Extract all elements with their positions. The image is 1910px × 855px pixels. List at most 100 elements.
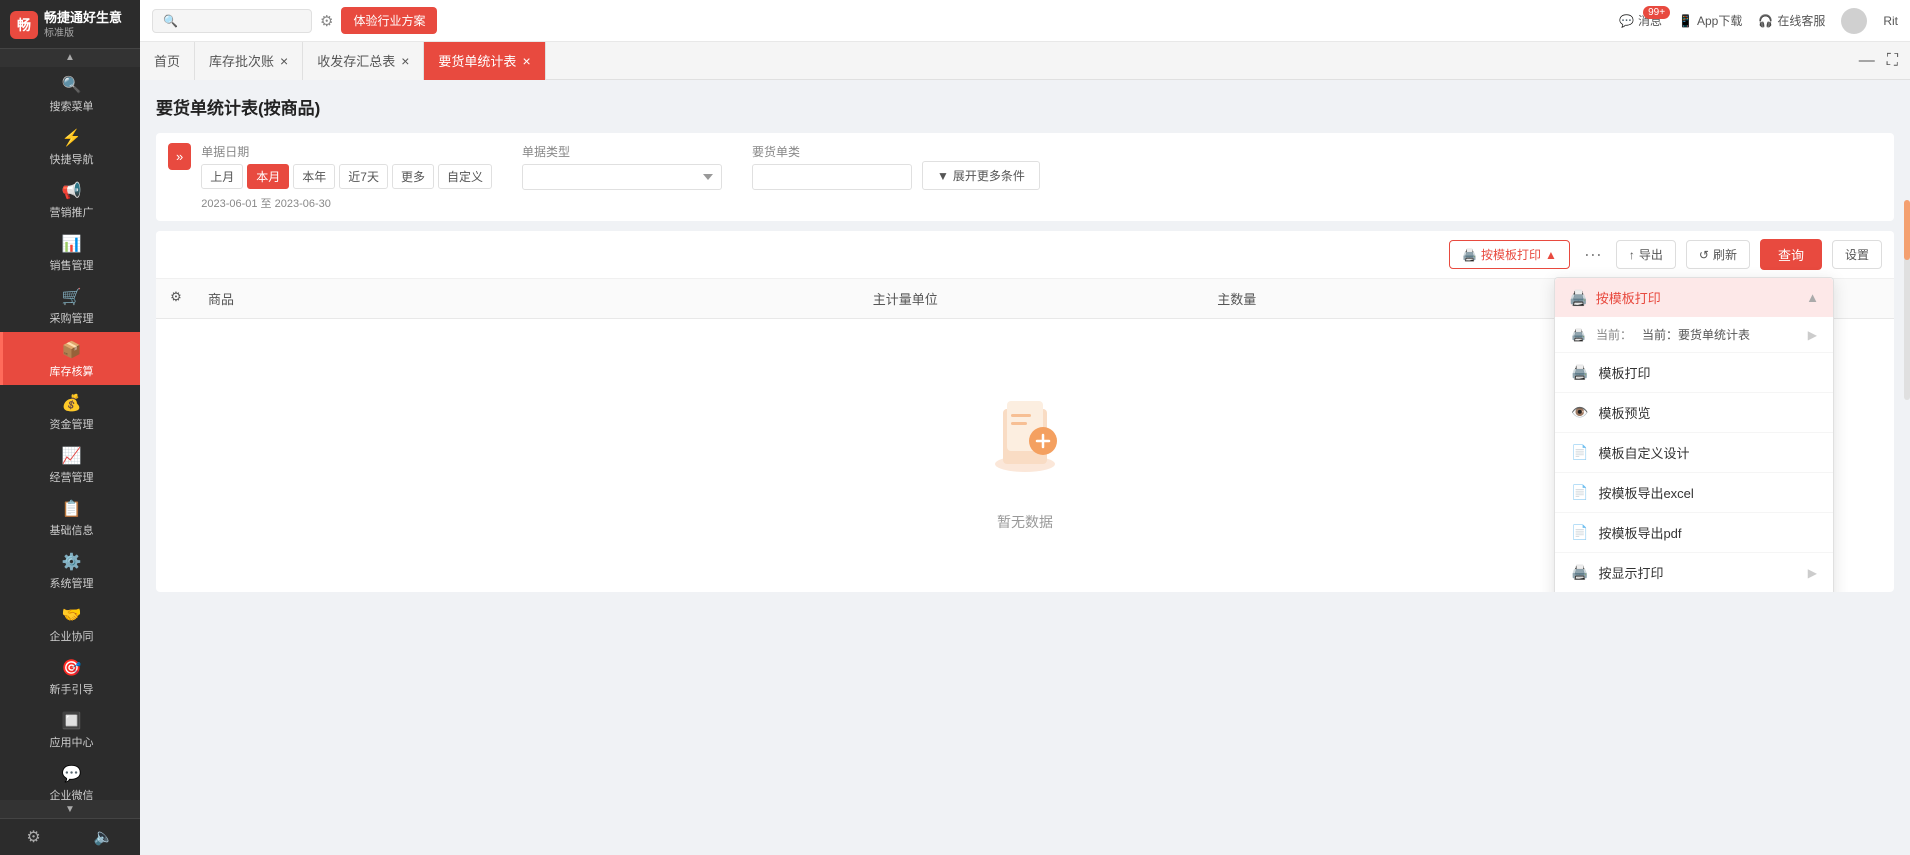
dropdown-item-export-excel[interactable]: 📄 按模板导出excel <box>1555 473 1833 513</box>
dropdown-title: 按模板打印 <box>1596 288 1661 307</box>
online-service-action[interactable]: 🎧 在线客服 <box>1758 12 1825 29</box>
empty-state-icon <box>975 379 1075 498</box>
page-content: 要货单统计表(按商品) » 单据日期 上月 本月 本年 近7天 更多 自定义 2… <box>140 80 1910 855</box>
topbar-search-icon: 🔍 <box>163 14 178 28</box>
wechat-icon: 💬 <box>62 764 82 784</box>
print-icon: 🖨️ <box>1462 248 1477 262</box>
tab-close-order-stats[interactable]: × <box>522 53 530 69</box>
system-icon: ⚙️ <box>62 552 82 572</box>
tab-batch-account[interactable]: 库存批次账 × <box>195 42 303 80</box>
dropdown-print-icon: 🖨️ <box>1569 289 1588 307</box>
filter-more-button[interactable]: ▼ 展开更多条件 <box>922 161 1040 190</box>
col-unit: 主计量单位 <box>861 279 1205 318</box>
date-btn-current-month[interactable]: 本月 <box>247 164 289 189</box>
print-arrow-icon: ▲ <box>1545 248 1557 262</box>
user-avatar[interactable] <box>1841 8 1867 34</box>
date-btn-7days[interactable]: 近7天 <box>339 164 388 189</box>
print-template-button[interactable]: 🖨️ 按模板打印 ▲ <box>1449 240 1570 269</box>
sidebar-bottom: ⚙ 🔈 <box>0 818 140 855</box>
sidebar-item-basic[interactable]: 📋 基础信息 <box>0 491 140 544</box>
quicknav-icon: ⚡ <box>62 128 82 148</box>
search-icon: 🔍 <box>62 75 82 95</box>
enterprise-icon: 🤝 <box>62 605 82 625</box>
date-btn-custom[interactable]: 自定义 <box>438 164 492 189</box>
export-pdf-icon: 📄 <box>1571 524 1588 541</box>
sidebar-scroll-up[interactable]: ▲ <box>0 49 140 67</box>
message-icon: 💬 <box>1619 14 1634 28</box>
template-custom-icon: 📄 <box>1571 444 1588 461</box>
topbar-gear-icon[interactable]: ⚙ <box>320 12 333 30</box>
tab-receipt-summary[interactable]: 收发存汇总表 × <box>303 42 424 80</box>
tab-close-batch-account[interactable]: × <box>280 53 288 69</box>
export-button[interactable]: ↑ 导出 <box>1616 240 1676 269</box>
sales-icon: 📊 <box>62 234 82 254</box>
sidebar: 畅 畅捷通好生意 标准版 ▲ 🔍 搜索菜单 ⚡ 快捷导航 📢 营销推广 📊 销售… <box>0 0 140 855</box>
tab-close-receipt-summary[interactable]: × <box>401 53 409 69</box>
export-icon: ↑ <box>1629 248 1635 262</box>
sidebar-scroll-down[interactable]: ▼ <box>0 800 140 818</box>
tab-order-stats[interactable]: 要货单统计表 × <box>424 42 545 80</box>
tab-minimize-button[interactable]: — <box>1855 48 1879 74</box>
dropdown-header: 🖨️ 按模板打印 ▲ <box>1555 278 1833 317</box>
dropdown-current-item[interactable]: 🖨️ 当前： 当前：要货单统计表 ▶ <box>1555 317 1833 353</box>
sidebar-item-enterprise[interactable]: 🤝 企业协同 <box>0 597 140 650</box>
purchase-icon: 🛒 <box>62 287 82 307</box>
online-service-icon: 🎧 <box>1758 14 1773 28</box>
sidebar-item-quicknav[interactable]: ⚡ 快捷导航 <box>0 120 140 173</box>
date-btn-current-year[interactable]: 本年 <box>293 164 335 189</box>
volume-icon[interactable]: 🔈 <box>94 827 114 847</box>
right-scrollbar[interactable] <box>1904 200 1910 400</box>
dropdown-item-display-print[interactable]: 🖨️ 按显示打印 ▶ <box>1555 553 1833 592</box>
dropdown-item-template-preview[interactable]: 👁️ 模板预览 <box>1555 393 1833 433</box>
app-logo-icon: 畅 <box>10 11 38 39</box>
filter-date-group: 单据日期 上月 本月 本年 近7天 更多 自定义 2023-06-01 至 20… <box>201 143 492 211</box>
settings-button[interactable]: 设置 <box>1832 240 1882 269</box>
date-btn-last-month[interactable]: 上月 <box>201 164 243 189</box>
export-excel-icon: 📄 <box>1571 484 1588 501</box>
scrollbar-thumb[interactable] <box>1904 200 1910 260</box>
refresh-button[interactable]: ↺ 刷新 <box>1686 240 1750 269</box>
sidebar-item-sales[interactable]: 📊 销售管理 <box>0 226 140 279</box>
date-btn-more[interactable]: 更多 <box>392 164 434 189</box>
app-download-action[interactable]: 📱 App下载 <box>1678 12 1742 29</box>
settings-bottom-icon[interactable]: ⚙ <box>26 827 40 847</box>
tabs-right-controls: — ⛶ <box>1855 48 1910 74</box>
topbar-search-box[interactable]: 🔍 <box>152 9 312 33</box>
sidebar-nav: 🔍 搜索菜单 ⚡ 快捷导航 📢 营销推广 📊 销售管理 🛒 采购管理 📦 库存核… <box>0 67 140 800</box>
action-more-icon[interactable]: ··· <box>1580 244 1606 265</box>
order-category-input[interactable] <box>752 164 912 190</box>
appstore-icon: 🔲 <box>62 711 82 731</box>
message-action[interactable]: 💬 消息 99+ <box>1619 12 1662 29</box>
username-label: Rit <box>1883 14 1898 28</box>
trial-button[interactable]: 体验行业方案 <box>341 7 437 34</box>
query-button[interactable]: 查询 <box>1760 239 1822 270</box>
dropdown-current-icon: 🖨️ <box>1571 328 1586 342</box>
sidebar-item-system[interactable]: ⚙️ 系统管理 <box>0 544 140 597</box>
sidebar-item-finance[interactable]: 💰 资金管理 <box>0 385 140 438</box>
dropdown-item-template-print[interactable]: 🖨️ 模板打印 <box>1555 353 1833 393</box>
sidebar-item-wechat[interactable]: 💬 企业微信 <box>0 756 140 800</box>
sidebar-item-inventory[interactable]: 📦 库存核算 <box>0 332 140 385</box>
filter-expand-button[interactable]: » <box>168 143 191 170</box>
message-badge: 99+ <box>1643 6 1670 19</box>
sidebar-item-operation[interactable]: 📈 经营管理 <box>0 438 140 491</box>
refresh-icon: ↺ <box>1699 248 1709 262</box>
dropdown-item-template-custom[interactable]: 📄 模板自定义设计 <box>1555 433 1833 473</box>
tab-home[interactable]: 首页 <box>140 42 195 80</box>
dropdown-item-export-pdf[interactable]: 📄 按模板导出pdf <box>1555 513 1833 553</box>
sidebar-item-search[interactable]: 🔍 搜索菜单 <box>0 67 140 120</box>
col-settings-icon: ⚙ <box>170 289 182 304</box>
sidebar-item-appstore[interactable]: 🔲 应用中心 <box>0 703 140 756</box>
col-settings[interactable]: ⚙ <box>156 279 196 318</box>
topbar-actions: 💬 消息 99+ 📱 App下载 🎧 在线客服 Rit <box>1619 8 1898 34</box>
tab-maximize-button[interactable]: ⛶ <box>1883 48 1902 74</box>
sidebar-item-purchase[interactable]: 🛒 采购管理 <box>0 279 140 332</box>
doc-type-select[interactable] <box>522 164 722 190</box>
dropdown-close-icon[interactable]: ▲ <box>1806 290 1819 305</box>
action-toolbar: 🖨️ 按模板打印 ▲ ··· ↑ 导出 ↺ 刷新 查询 设置 <box>156 231 1894 279</box>
filter-ordercategory-group: 要货单类 <box>752 143 912 190</box>
topbar: 🔍 ⚙ 体验行业方案 💬 消息 99+ 📱 App下载 🎧 在线客服 Rit <box>140 0 1910 42</box>
sidebar-item-marketing[interactable]: 📢 营销推广 <box>0 173 140 226</box>
print-dropdown-menu: 🖨️ 按模板打印 ▲ 🖨️ 当前： 当前：要货单统计表 ▶ 🖨️ 模板打印 👁 <box>1554 277 1834 592</box>
sidebar-item-guide[interactable]: 🎯 新手引导 <box>0 650 140 703</box>
